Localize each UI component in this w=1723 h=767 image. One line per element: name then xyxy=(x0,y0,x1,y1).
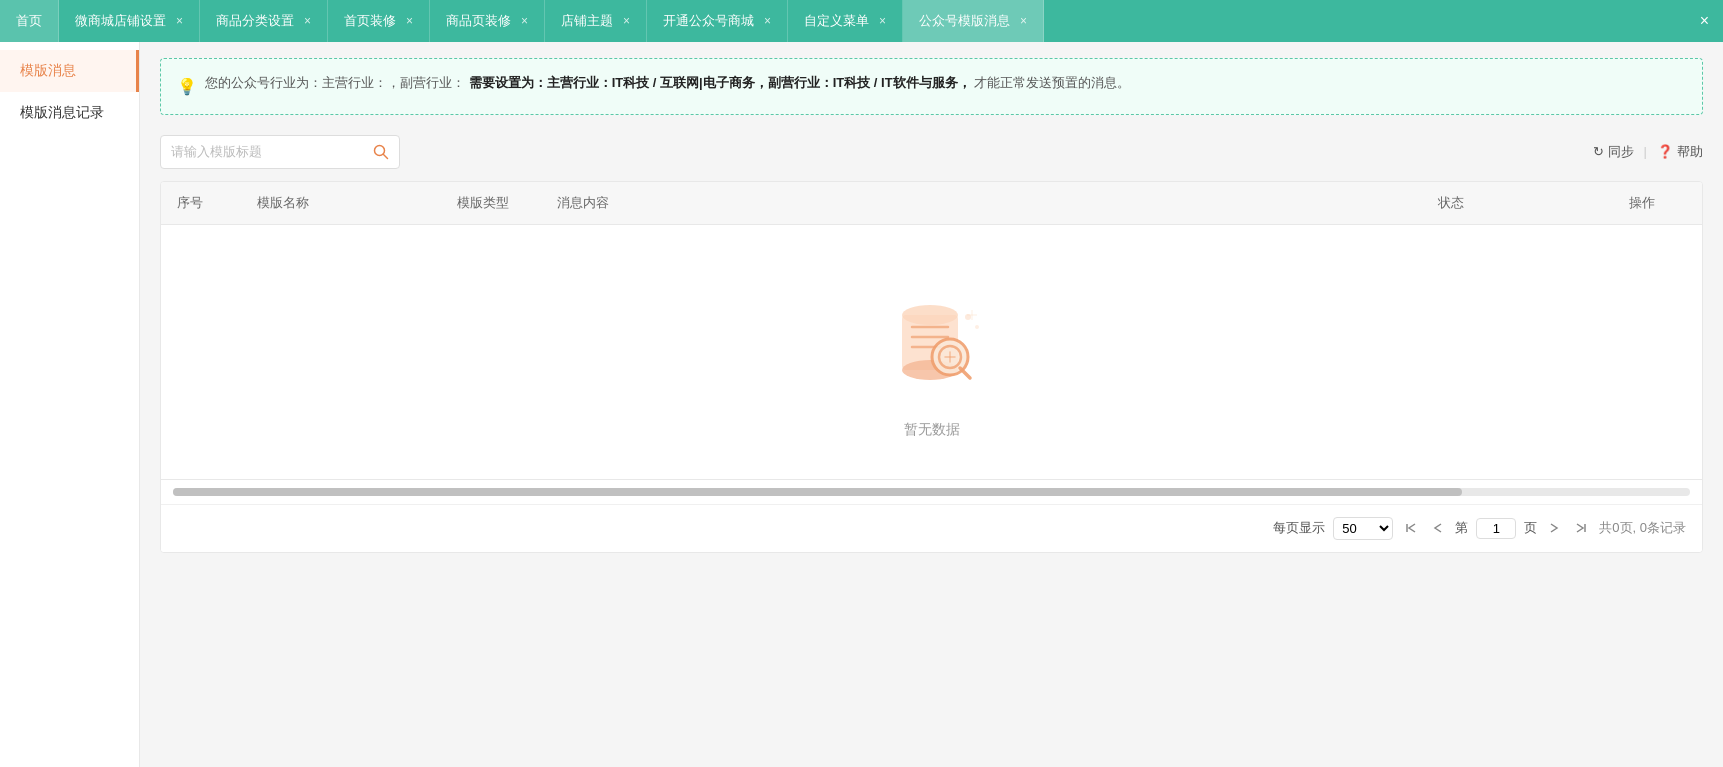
tab-home-decor-label: 首页装修 xyxy=(344,12,396,30)
tab-product-category[interactable]: 商品分类设置 × xyxy=(200,0,328,42)
last-page-icon xyxy=(1575,522,1587,534)
page-label-pre: 第 xyxy=(1455,519,1468,537)
tab-template-msg-close[interactable]: × xyxy=(1020,14,1027,28)
tab-product-page-close[interactable]: × xyxy=(521,14,528,28)
th-name: 模版名称 xyxy=(241,182,441,224)
tab-store-theme[interactable]: 店铺主题 × xyxy=(545,0,647,42)
svg-line-1 xyxy=(384,154,388,158)
tab-bar: 首页 微商城店铺设置 × 商品分类设置 × 首页装修 × 商品页装修 × 店铺主… xyxy=(0,0,1723,42)
help-label: 帮助 xyxy=(1677,143,1703,161)
th-content: 消息内容 xyxy=(541,182,1422,224)
sidebar-item-template-msg-label: 模版消息 xyxy=(20,62,76,78)
prev-page-icon xyxy=(1433,522,1443,534)
sync-icon: ↻ xyxy=(1593,144,1604,159)
main-layout: 模版消息 模版消息记录 💡 您的公众号行业为：主营行业：，副营行业： 需要设置为… xyxy=(0,42,1723,767)
tab-product-category-close[interactable]: × xyxy=(304,14,311,28)
global-close-button[interactable]: × xyxy=(1686,0,1723,42)
scrollbar-row[interactable] xyxy=(161,479,1702,504)
prev-page-button[interactable] xyxy=(1429,520,1447,536)
tab-wsc-store[interactable]: 微商城店铺设置 × xyxy=(59,0,200,42)
page-label-post: 页 xyxy=(1524,519,1537,537)
tab-home-decor[interactable]: 首页装修 × xyxy=(328,0,430,42)
total-info: 共0页, 0条记录 xyxy=(1599,519,1686,537)
search-button[interactable] xyxy=(373,144,389,160)
notice-box: 💡 您的公众号行业为：主营行业：，副营行业： 需要设置为：主营行业：IT科技 /… xyxy=(160,58,1703,115)
sync-label: 同步 xyxy=(1608,143,1634,161)
search-input-wrap xyxy=(160,135,400,169)
tab-store-theme-label: 店铺主题 xyxy=(561,12,613,30)
scrollbar-thumb[interactable] xyxy=(173,488,1462,496)
notice-highlight: 需要设置为：主营行业：IT科技 / 互联网|电子商务，副营行业：IT科技 / I… xyxy=(469,75,971,90)
first-page-icon xyxy=(1405,522,1417,534)
sidebar: 模版消息 模版消息记录 xyxy=(0,42,140,767)
sidebar-item-template-record[interactable]: 模版消息记录 xyxy=(0,92,139,134)
next-page-icon xyxy=(1549,522,1559,534)
th-action: 操作 xyxy=(1582,182,1702,224)
notice-prefix: 您的公众号行业为：主营行业：，副营行业： xyxy=(205,75,465,90)
last-page-button[interactable] xyxy=(1571,520,1591,536)
tab-custom-menu-label: 自定义菜单 xyxy=(804,12,869,30)
empty-text: 暂无数据 xyxy=(904,421,960,439)
tab-product-page[interactable]: 商品页装修 × xyxy=(430,0,545,42)
tab-open-wechat-close[interactable]: × xyxy=(764,14,771,28)
search-icon xyxy=(373,144,389,160)
tab-product-category-label: 商品分类设置 xyxy=(216,12,294,30)
th-status: 状态 xyxy=(1422,182,1582,224)
page-size-select[interactable]: 10 20 50 100 xyxy=(1333,517,1393,540)
tab-wsc-store-label: 微商城店铺设置 xyxy=(75,12,166,30)
pagination-row: 每页显示 10 20 50 100 第 页 xyxy=(161,504,1702,552)
empty-icon xyxy=(872,285,992,405)
sidebar-item-template-record-label: 模版消息记录 xyxy=(20,104,104,120)
sidebar-item-template-msg[interactable]: 模版消息 xyxy=(0,50,139,92)
tab-template-msg-label: 公众号模版消息 xyxy=(919,12,1010,30)
page-number-input[interactable] xyxy=(1476,518,1516,539)
search-input[interactable] xyxy=(171,144,373,159)
th-type: 模版类型 xyxy=(441,182,541,224)
search-row: ↻ 同步 | ❓ 帮助 xyxy=(160,135,1703,169)
content-area: 💡 您的公众号行业为：主营行业：，副营行业： 需要设置为：主营行业：IT科技 /… xyxy=(140,42,1723,767)
next-page-button[interactable] xyxy=(1545,520,1563,536)
notice-suffix: 才能正常发送预置的消息。 xyxy=(974,75,1130,90)
toolbar-divider: | xyxy=(1644,144,1647,159)
tab-home[interactable]: 首页 xyxy=(0,0,59,42)
tab-custom-menu[interactable]: 自定义菜单 × xyxy=(788,0,903,42)
toolbar-right: ↻ 同步 | ❓ 帮助 xyxy=(1593,143,1703,161)
tab-wsc-store-close[interactable]: × xyxy=(176,14,183,28)
tab-home-decor-close[interactable]: × xyxy=(406,14,413,28)
help-icon: ❓ xyxy=(1657,144,1673,159)
svg-point-14 xyxy=(975,325,979,329)
tab-template-msg[interactable]: 公众号模版消息 × xyxy=(903,0,1044,42)
tab-product-page-label: 商品页装修 xyxy=(446,12,511,30)
sync-button[interactable]: ↻ 同步 xyxy=(1593,143,1634,161)
tab-open-wechat[interactable]: 开通公众号商城 × xyxy=(647,0,788,42)
first-page-button[interactable] xyxy=(1401,520,1421,536)
scrollbar-track[interactable] xyxy=(173,488,1690,496)
empty-illustration xyxy=(872,285,992,405)
tab-open-wechat-label: 开通公众号商城 xyxy=(663,12,754,30)
empty-state: 暂无数据 xyxy=(161,225,1702,479)
help-button[interactable]: ❓ 帮助 xyxy=(1657,143,1703,161)
data-table: 序号 模版名称 模版类型 消息内容 状态 操作 xyxy=(160,181,1703,553)
tab-store-theme-close[interactable]: × xyxy=(623,14,630,28)
notice-text: 您的公众号行业为：主营行业：，副营行业： 需要设置为：主营行业：IT科技 / 互… xyxy=(205,73,1130,94)
tab-home-label: 首页 xyxy=(16,12,42,30)
tab-custom-menu-close[interactable]: × xyxy=(879,14,886,28)
svg-line-10 xyxy=(960,368,970,378)
notice-icon: 💡 xyxy=(177,74,197,100)
page-size-label: 每页显示 xyxy=(1273,519,1325,537)
th-seq: 序号 xyxy=(161,182,241,224)
table-header: 序号 模版名称 模版类型 消息内容 状态 操作 xyxy=(161,182,1702,225)
